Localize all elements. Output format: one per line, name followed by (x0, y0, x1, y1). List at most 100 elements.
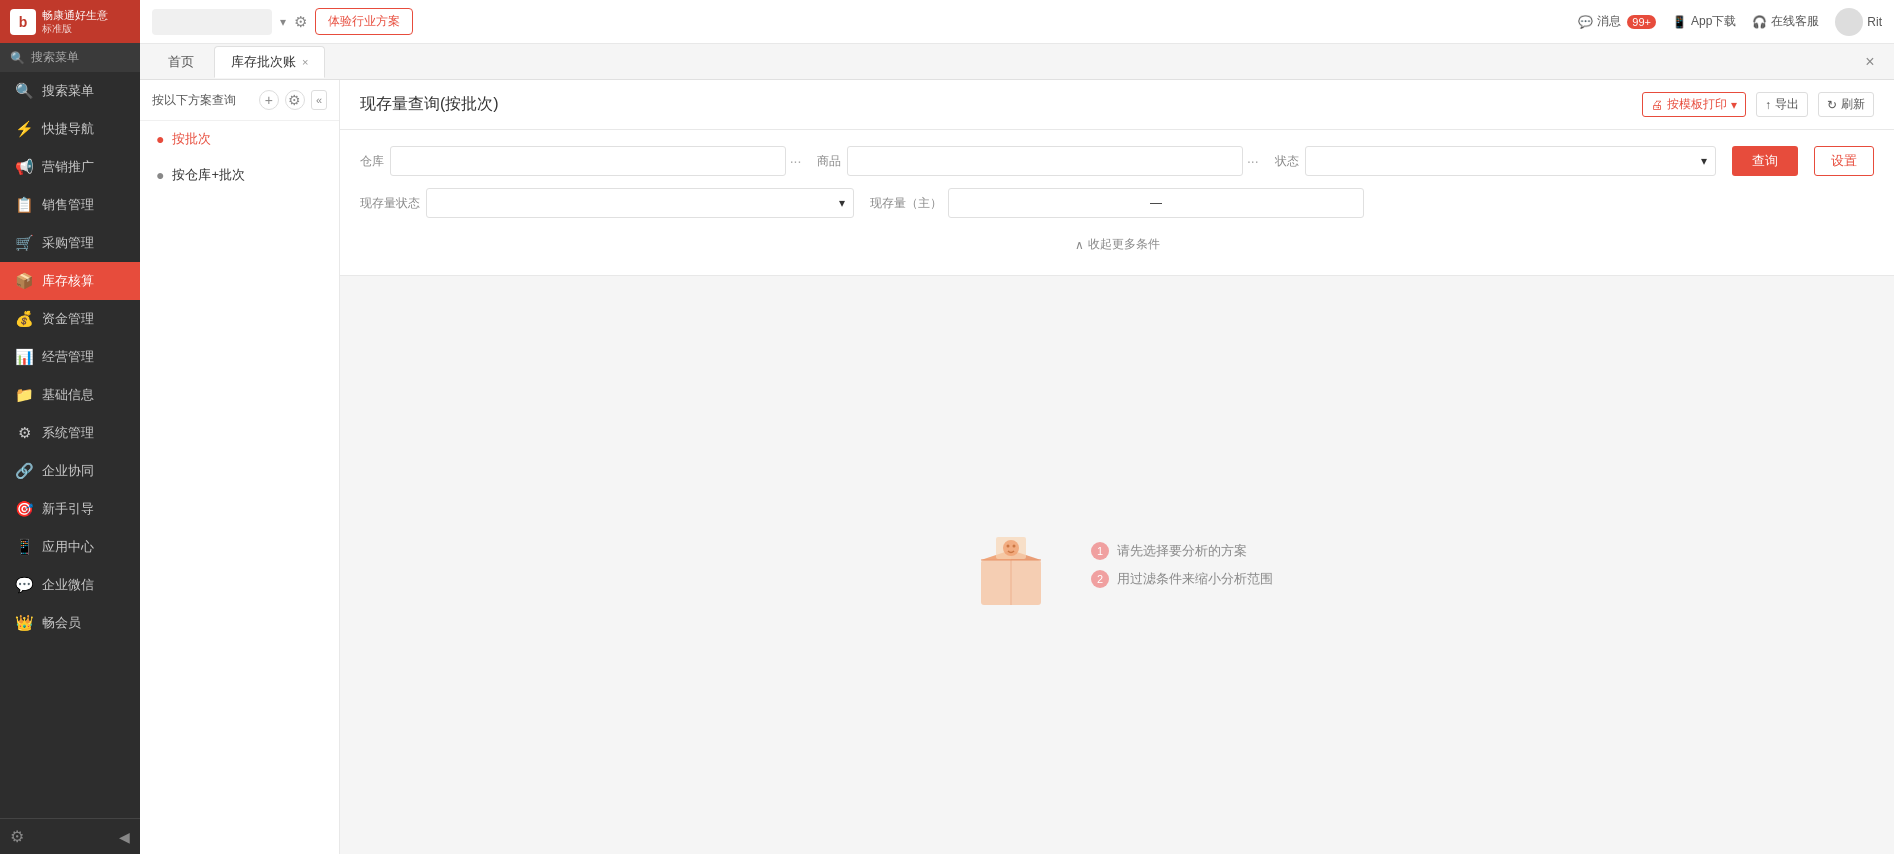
stock-qty-filter-group: 现存量（主） — (870, 188, 1364, 218)
nav-icon-system: ⚙ (14, 424, 34, 442)
trial-button[interactable]: 体验行业方案 (315, 8, 413, 35)
print-button[interactable]: 🖨 按模板打印 ▾ (1642, 92, 1746, 117)
online-service-button[interactable]: 🎧 在线客服 (1752, 13, 1819, 30)
sidebar-item-operation[interactable]: 📊经营管理 (0, 338, 140, 376)
nav-label-operation: 经营管理 (42, 348, 94, 366)
nav-label-enterprise: 企业协同 (42, 462, 94, 480)
sidebar-item-wechat[interactable]: 💬企业微信 (0, 566, 140, 604)
app-download-button[interactable]: 📱 App下载 (1672, 13, 1736, 30)
collapse-more-button[interactable]: ∧ 收起更多条件 (360, 230, 1874, 259)
sidebar: b 畅康通好生意 标准版 🔍 搜索菜单 🔍 搜索菜单 ⚡ 快捷导航 📢营销推广📋销售管理… (0, 0, 140, 854)
scheme-list: ●按批次●按仓库+批次 (140, 121, 339, 193)
empty-tip-2: 2 用过滤条件来缩小分析范围 (1091, 570, 1273, 588)
nav-label-search: 搜索菜单 (42, 82, 94, 100)
left-panel: 按以下方案查询 + ⚙ « ●按批次●按仓库+批次 (140, 80, 340, 854)
sidebar-item-appstore[interactable]: 📱应用中心 (0, 528, 140, 566)
svg-point-6 (1003, 540, 1019, 556)
panel-close-button[interactable]: × (1858, 50, 1882, 74)
nav-icon-basic: 📁 (14, 386, 34, 404)
stock-qty-range: — (948, 188, 1364, 218)
nav-icon-sales: 📋 (14, 196, 34, 214)
messages-button[interactable]: 💬 消息 99+ (1578, 13, 1656, 30)
status-filter-group: 状态 ▾ (1275, 146, 1716, 176)
svg-point-8 (1013, 545, 1016, 548)
nav-icon-search: 🔍 (14, 82, 34, 100)
sidebar-item-quick-nav[interactable]: ⚡ 快捷导航 (0, 110, 140, 148)
goods-more-icon[interactable]: ··· (1247, 153, 1259, 169)
page-title: 现存量查询(按批次) (360, 94, 499, 115)
nav-icon-enterprise: 🔗 (14, 462, 34, 480)
sidebar-item-newbie[interactable]: 🎯新手引导 (0, 490, 140, 528)
settings-icon-small: ⚙ (288, 92, 301, 108)
goods-filter-group: 商品 ··· (817, 146, 1258, 176)
download-icon: 📱 (1672, 15, 1687, 29)
scheme-label-batch: 按批次 (172, 130, 211, 148)
sidebar-header: b 畅康通好生意 标准版 (0, 0, 140, 43)
export-icon: ↑ (1765, 98, 1771, 112)
tab-close-icon[interactable]: × (302, 56, 308, 68)
left-panel-header: 按以下方案查询 + ⚙ « (140, 80, 339, 121)
stock-qty-label: 现存量（主） (870, 195, 942, 212)
empty-illustration (961, 515, 1061, 615)
sidebar-item-search[interactable]: 🔍 搜索菜单 (0, 72, 140, 110)
stock-qty-min-input[interactable] (957, 196, 1144, 210)
topbar-gear-icon[interactable]: ⚙ (294, 13, 307, 31)
print-chevron-icon: ▾ (1731, 98, 1737, 112)
stock-status-select[interactable]: ▾ (426, 188, 854, 218)
sidebar-item-marketing[interactable]: 📢营销推广 (0, 148, 140, 186)
export-button[interactable]: ↑ 导出 (1756, 92, 1808, 117)
tab-home[interactable]: 首页 (152, 47, 210, 77)
warehouse-input[interactable] (390, 146, 786, 176)
nav-label-quick-nav: 快捷导航 (42, 120, 94, 138)
refresh-icon: ↻ (1827, 98, 1837, 112)
nav-label-member: 畅会员 (42, 614, 81, 632)
status-chevron-icon: ▾ (1701, 154, 1707, 168)
nav-icon-quick-nav: ⚡ (14, 120, 34, 138)
sidebar-search[interactable]: 🔍 搜索菜单 (0, 43, 140, 72)
scheme-item-batch[interactable]: ●按批次 (140, 121, 339, 157)
printer-icon: 🖨 (1651, 98, 1663, 112)
goods-input[interactable] (847, 146, 1243, 176)
sidebar-item-sales[interactable]: 📋销售管理 (0, 186, 140, 224)
left-panel-title: 按以下方案查询 (152, 92, 236, 109)
sidebar-item-member[interactable]: 👑畅会员 (0, 604, 140, 642)
warehouse-more-icon[interactable]: ··· (790, 153, 802, 169)
right-panel: 现存量查询(按批次) 🖨 按模板打印 ▾ ↑ 导出 ↻ 刷新 (340, 80, 1894, 854)
tab-inventory-batch[interactable]: 库存批次账 × (214, 46, 325, 78)
sidebar-item-finance[interactable]: 💰资金管理 (0, 300, 140, 338)
sidebar-item-inventory[interactable]: 📦库存核算 (0, 262, 140, 300)
collapse-panel-button[interactable]: « (311, 90, 327, 110)
topbar-chevron-icon[interactable]: ▾ (280, 15, 286, 29)
user-avatar-area[interactable]: Rit (1835, 8, 1882, 36)
scheme-item-warehouse-batch[interactable]: ●按仓库+批次 (140, 157, 339, 193)
collapse-icon: ∧ (1075, 238, 1084, 252)
headset-icon: 🎧 (1752, 15, 1767, 29)
refresh-button[interactable]: ↻ 刷新 (1818, 92, 1874, 117)
add-scheme-button[interactable]: + (259, 90, 279, 110)
sidebar-item-enterprise[interactable]: 🔗 企业协同 (0, 452, 140, 490)
messages-badge: 99+ (1627, 15, 1656, 29)
nav-label-system: 系统管理 (42, 424, 94, 442)
user-name: Rit (1867, 15, 1882, 29)
avatar (1835, 8, 1863, 36)
query-button[interactable]: 查询 (1732, 146, 1798, 176)
goods-label: 商品 (817, 153, 841, 170)
scheme-settings-button[interactable]: ⚙ (285, 90, 305, 110)
empty-state: 1 请先选择要分析的方案 2 用过滤条件来缩小分析范围 (340, 276, 1894, 854)
sidebar-item-basic[interactable]: 📁 基础信息 (0, 376, 140, 414)
settings-button[interactable]: 设置 (1814, 146, 1874, 176)
filter-area: 仓库 ··· 商品 ··· 状态 ▾ (340, 130, 1894, 276)
warehouse-filter-group: 仓库 ··· (360, 146, 801, 176)
status-select[interactable]: ▾ (1305, 146, 1716, 176)
topbar-search[interactable] (152, 9, 272, 35)
range-separator: — (1150, 196, 1162, 210)
stock-qty-max-input[interactable] (1168, 196, 1355, 210)
nav-icon-finance: 💰 (14, 310, 34, 328)
nav-label-wechat: 企业微信 (42, 576, 94, 594)
sidebar-item-system[interactable]: ⚙ 系统管理 (0, 414, 140, 452)
settings-icon[interactable]: ⚙ (10, 827, 24, 846)
sidebar-item-purchase[interactable]: 🛒采购管理 (0, 224, 140, 262)
nav-label-basic: 基础信息 (42, 386, 94, 404)
tip-number-2: 2 (1091, 570, 1109, 588)
collapse-sidebar-icon[interactable]: ◀ (119, 829, 130, 845)
